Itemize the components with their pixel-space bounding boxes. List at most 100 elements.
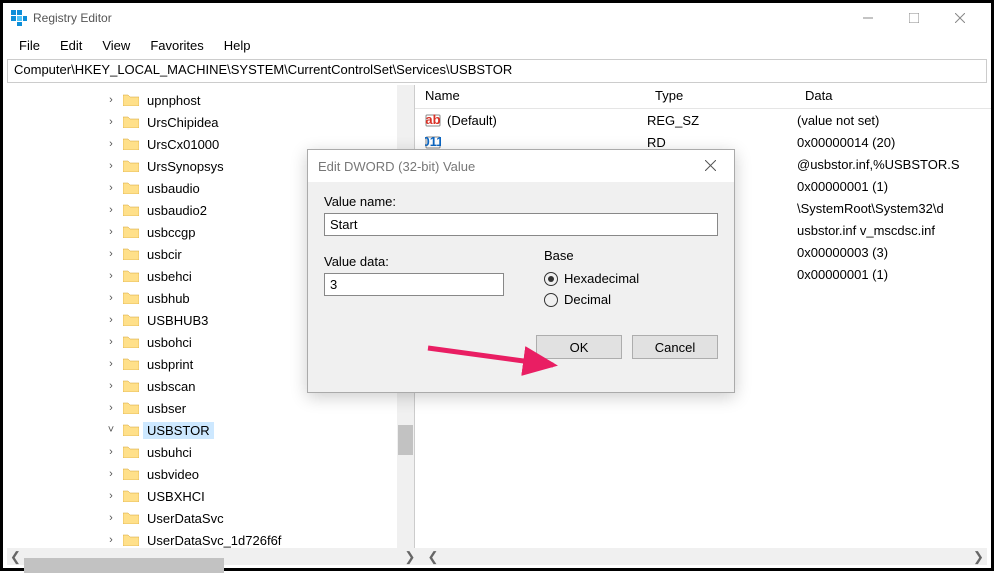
tree-item-label: upnphost — [143, 92, 205, 109]
value-data-input[interactable] — [324, 273, 504, 296]
scroll-left-icon[interactable]: ❮ — [7, 548, 24, 565]
cancel-button[interactable]: Cancel — [632, 335, 718, 359]
menu-file[interactable]: File — [9, 36, 50, 55]
scroll-left-icon[interactable]: ❮ — [425, 548, 442, 565]
ok-button[interactable]: OK — [536, 335, 622, 359]
folder-icon — [123, 424, 139, 436]
tree-item-usbuhci[interactable]: ›usbuhci — [103, 441, 414, 463]
menu-view[interactable]: View — [92, 36, 140, 55]
minimize-icon — [863, 13, 873, 23]
tree-item-label: UrsSynopsys — [143, 158, 228, 175]
tree-item-label: USBSTOR — [143, 422, 214, 439]
value-data: @usbstor.inf,%USBSTOR.S — [795, 157, 991, 172]
tree-item-urschipidea[interactable]: › UrsChipidea — [103, 111, 414, 133]
dialog-title: Edit DWORD (32-bit) Value — [318, 159, 696, 174]
expand-icon[interactable]: › — [103, 224, 119, 240]
maximize-button[interactable] — [891, 3, 937, 33]
tree-item-label: USBXHCI — [143, 488, 209, 505]
folder-icon — [123, 314, 139, 326]
folder-icon — [123, 358, 139, 370]
expand-icon[interactable]: › — [103, 378, 119, 394]
dialog-titlebar: Edit DWORD (32-bit) Value — [308, 150, 734, 182]
menu-edit[interactable]: Edit — [50, 36, 92, 55]
svg-text:011: 011 — [425, 134, 441, 149]
expand-icon[interactable]: › — [103, 268, 119, 284]
value-data: 0x00000014 (20) — [795, 135, 991, 150]
svg-text:ab: ab — [425, 112, 440, 127]
tree-item-usbxhci[interactable]: › USBXHCI — [103, 485, 414, 507]
folder-icon — [123, 248, 139, 260]
radio-hexadecimal[interactable]: Hexadecimal — [544, 271, 718, 286]
value-type-icon: ab — [425, 112, 441, 128]
folder-icon — [123, 138, 139, 150]
tree-item-label: usbccgp — [143, 224, 199, 241]
expand-icon[interactable]: › — [103, 444, 119, 460]
minimize-button[interactable] — [845, 3, 891, 33]
expand-icon[interactable]: › — [103, 158, 119, 174]
tree-item-label: usbhub — [143, 290, 194, 307]
expand-icon[interactable]: › — [103, 290, 119, 306]
base-label: Base — [544, 248, 718, 263]
folder-icon — [123, 160, 139, 172]
expand-icon[interactable]: › — [103, 510, 119, 526]
expand-icon[interactable]: › — [103, 312, 119, 328]
scroll-right-icon[interactable]: ❯ — [970, 548, 987, 565]
tree-item-label: UrsCx01000 — [143, 136, 223, 153]
column-header-data[interactable]: Data — [795, 85, 991, 108]
close-icon — [705, 160, 716, 171]
tree-item-label: usbehci — [143, 268, 196, 285]
radio-decimal[interactable]: Decimal — [544, 292, 718, 307]
expand-icon[interactable]: › — [103, 532, 119, 548]
tree-item-usbser[interactable]: ›usbser — [103, 397, 414, 419]
tree-item-usbvideo[interactable]: ›usbvideo — [103, 463, 414, 485]
address-bar[interactable]: Computer\HKEY_LOCAL_MACHINE\SYSTEM\Curre… — [7, 59, 987, 83]
expand-icon[interactable]: › — [103, 466, 119, 482]
close-icon — [955, 13, 965, 23]
tree-item-label: usbcir — [143, 246, 186, 263]
radio-icon — [544, 272, 558, 286]
tree-item-label: usbscan — [143, 378, 199, 395]
folder-icon — [123, 336, 139, 348]
value-data: (value not set) — [795, 113, 991, 128]
expand-icon[interactable]: › — [103, 400, 119, 416]
expand-icon[interactable]: › — [103, 114, 119, 130]
folder-icon — [123, 182, 139, 194]
expand-icon[interactable]: › — [103, 334, 119, 350]
tree-item-label: usbaudio2 — [143, 202, 211, 219]
tree-item-label: UserDataSvc_1d726f6f — [143, 532, 285, 549]
value-name-input[interactable] — [324, 213, 718, 236]
column-header-type[interactable]: Type — [645, 85, 795, 108]
scroll-right-icon[interactable]: ❯ — [402, 548, 419, 565]
tree-item-label: UrsChipidea — [143, 114, 223, 131]
expand-icon[interactable]: › — [103, 92, 119, 108]
menu-help[interactable]: Help — [214, 36, 261, 55]
folder-icon — [123, 270, 139, 282]
list-row[interactable]: ab(Default)REG_SZ(value not set) — [415, 109, 991, 131]
expand-icon[interactable]: › — [103, 202, 119, 218]
value-type: RD — [645, 135, 795, 150]
menu-favorites[interactable]: Favorites — [140, 36, 213, 55]
value-name-label: Value name: — [324, 194, 718, 209]
tree-item-userdatasvc_1d726f6f[interactable]: › UserDataSvc_1d726f6f — [103, 529, 414, 548]
close-button[interactable] — [937, 3, 983, 33]
tree-item-upnphost[interactable]: › upnphost — [103, 89, 414, 111]
expand-icon[interactable]: › — [103, 488, 119, 504]
column-header-name[interactable]: Name — [415, 85, 645, 108]
expand-icon[interactable]: › — [103, 136, 119, 152]
expand-icon[interactable]: ˅ — [103, 422, 119, 438]
expand-icon[interactable]: › — [103, 180, 119, 196]
folder-icon — [123, 512, 139, 524]
folder-icon — [123, 490, 139, 502]
folder-icon — [123, 226, 139, 238]
tree-item-userdatasvc[interactable]: ›UserDataSvc — [103, 507, 414, 529]
dec-label: Decimal — [564, 292, 611, 307]
expand-icon[interactable]: › — [103, 356, 119, 372]
edit-dword-dialog: Edit DWORD (32-bit) Value Value name: Va… — [307, 149, 735, 393]
window-title: Registry Editor — [33, 11, 845, 25]
expand-icon[interactable]: › — [103, 246, 119, 262]
horizontal-scrollbar[interactable]: ❮ ❯ ❮ ❯ — [7, 548, 987, 565]
value-data-label: Value data: — [324, 254, 504, 269]
tree-item-usbstor[interactable]: ˅ USBSTOR — [103, 419, 414, 441]
dialog-close-button[interactable] — [696, 159, 724, 174]
folder-icon — [123, 402, 139, 414]
